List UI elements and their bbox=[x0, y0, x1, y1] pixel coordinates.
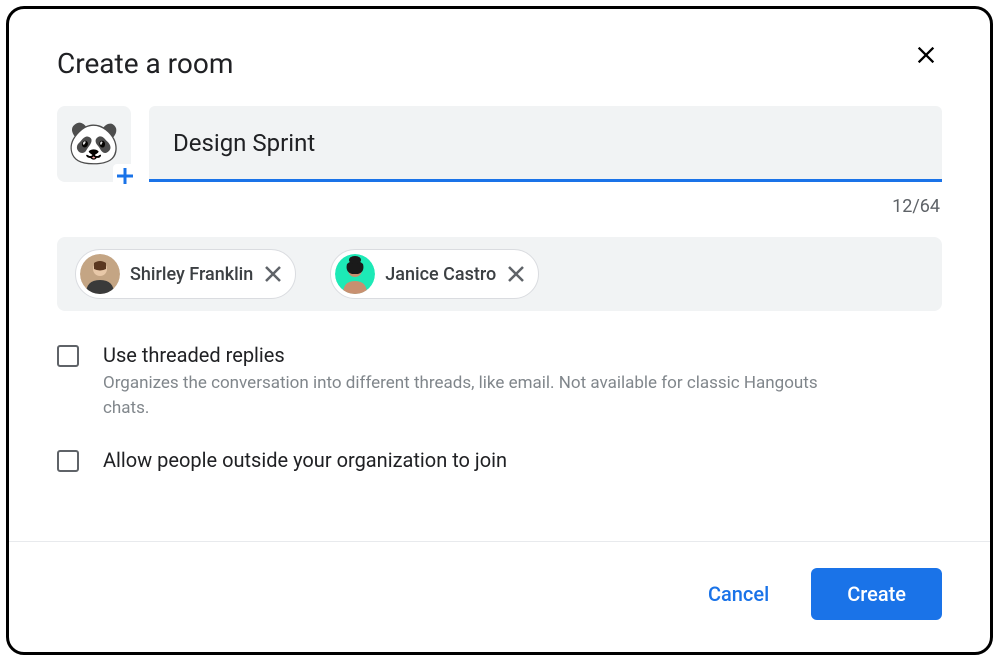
close-icon bbox=[506, 264, 526, 284]
external-checkbox[interactable] bbox=[57, 450, 79, 472]
create-button[interactable]: Create bbox=[811, 568, 942, 620]
member-chip: Shirley Franklin bbox=[75, 249, 296, 299]
member-name: Janice Castro bbox=[385, 264, 496, 285]
avatar bbox=[335, 254, 375, 294]
room-avatar-picker[interactable]: 🐼 bbox=[57, 106, 131, 182]
dialog-header: Create a room bbox=[9, 9, 990, 92]
member-name: Shirley Franklin bbox=[130, 264, 253, 285]
close-icon bbox=[915, 44, 937, 66]
option-label: Use threaded replies bbox=[103, 343, 942, 367]
room-name-field-wrap bbox=[149, 106, 942, 182]
room-name-input[interactable] bbox=[149, 106, 942, 182]
avatar bbox=[80, 254, 120, 294]
option-threaded: Use threaded replies Organizes the conve… bbox=[57, 343, 942, 420]
plus-icon bbox=[113, 164, 137, 188]
add-avatar-badge bbox=[113, 164, 137, 188]
dialog-title: Create a room bbox=[57, 47, 233, 80]
option-external: Allow people outside your organization t… bbox=[57, 448, 942, 476]
option-help: Organizes the conversation into differen… bbox=[103, 371, 823, 420]
threaded-checkbox[interactable] bbox=[57, 345, 79, 367]
panda-icon: 🐼 bbox=[68, 123, 120, 165]
close-button[interactable] bbox=[910, 39, 942, 71]
remove-member-button[interactable] bbox=[506, 264, 526, 284]
name-row: 🐼 bbox=[9, 92, 990, 182]
close-icon bbox=[263, 264, 283, 284]
dialog-footer: Cancel Create bbox=[9, 541, 990, 652]
members-row[interactable]: Shirley Franklin Janice Castro bbox=[57, 237, 942, 311]
remove-member-button[interactable] bbox=[263, 264, 283, 284]
char-counter: 12/64 bbox=[9, 182, 990, 217]
member-chip: Janice Castro bbox=[330, 249, 539, 299]
create-room-dialog: Create a room 🐼 12/64 Shirley Franklin bbox=[6, 6, 993, 655]
option-label: Allow people outside your organization t… bbox=[103, 448, 942, 472]
cancel-button[interactable]: Cancel bbox=[694, 572, 783, 616]
options-section: Use threaded replies Organizes the conve… bbox=[9, 311, 990, 524]
